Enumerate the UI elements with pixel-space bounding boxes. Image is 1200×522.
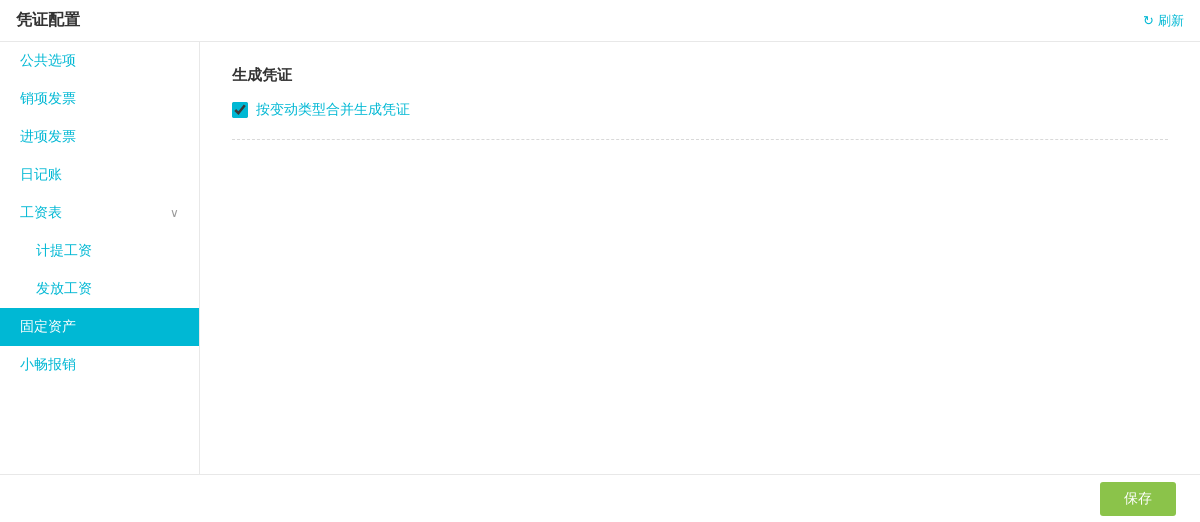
sidebar-item-calc-salary[interactable]: 计提工资 — [0, 232, 199, 270]
section-title: 生成凭证 — [232, 66, 1168, 85]
refresh-button[interactable]: ↻ 刷新 — [1143, 12, 1184, 30]
sidebar-item-fixed-assets[interactable]: 固定资产 — [0, 308, 199, 346]
merge-voucher-row: 按变动类型合并生成凭证 — [232, 101, 1168, 119]
page-title: 凭证配置 — [16, 10, 80, 31]
merge-by-type-checkbox[interactable] — [232, 102, 248, 118]
save-button[interactable]: 保存 — [1100, 482, 1176, 516]
sidebar: 公共选项 销项发票 进项发票 日记账 工资表 ∨ 计提工资 发放工资 固定资产 … — [0, 42, 200, 474]
merge-by-type-label[interactable]: 按变动类型合并生成凭证 — [256, 101, 410, 119]
sidebar-item-payroll[interactable]: 工资表 ∨ — [0, 194, 199, 232]
sidebar-item-purchase-invoice[interactable]: 进项发票 — [0, 118, 199, 156]
footer: 保存 — [0, 474, 1200, 522]
content-area: 生成凭证 按变动类型合并生成凭证 — [200, 42, 1200, 474]
sidebar-item-sales-invoice[interactable]: 销项发票 — [0, 80, 199, 118]
chevron-down-icon: ∨ — [170, 206, 179, 220]
section-divider — [232, 139, 1168, 140]
refresh-icon: ↻ — [1143, 13, 1154, 28]
header: 凭证配置 ↻ 刷新 — [0, 0, 1200, 42]
main-container: 公共选项 销项发票 进项发票 日记账 工资表 ∨ 计提工资 发放工资 固定资产 … — [0, 42, 1200, 474]
sidebar-item-public-options[interactable]: 公共选项 — [0, 42, 199, 80]
refresh-label: 刷新 — [1158, 12, 1184, 30]
sidebar-item-journal[interactable]: 日记账 — [0, 156, 199, 194]
sidebar-item-pay-salary[interactable]: 发放工资 — [0, 270, 199, 308]
sidebar-item-petty-cash[interactable]: 小畅报销 — [0, 346, 199, 384]
